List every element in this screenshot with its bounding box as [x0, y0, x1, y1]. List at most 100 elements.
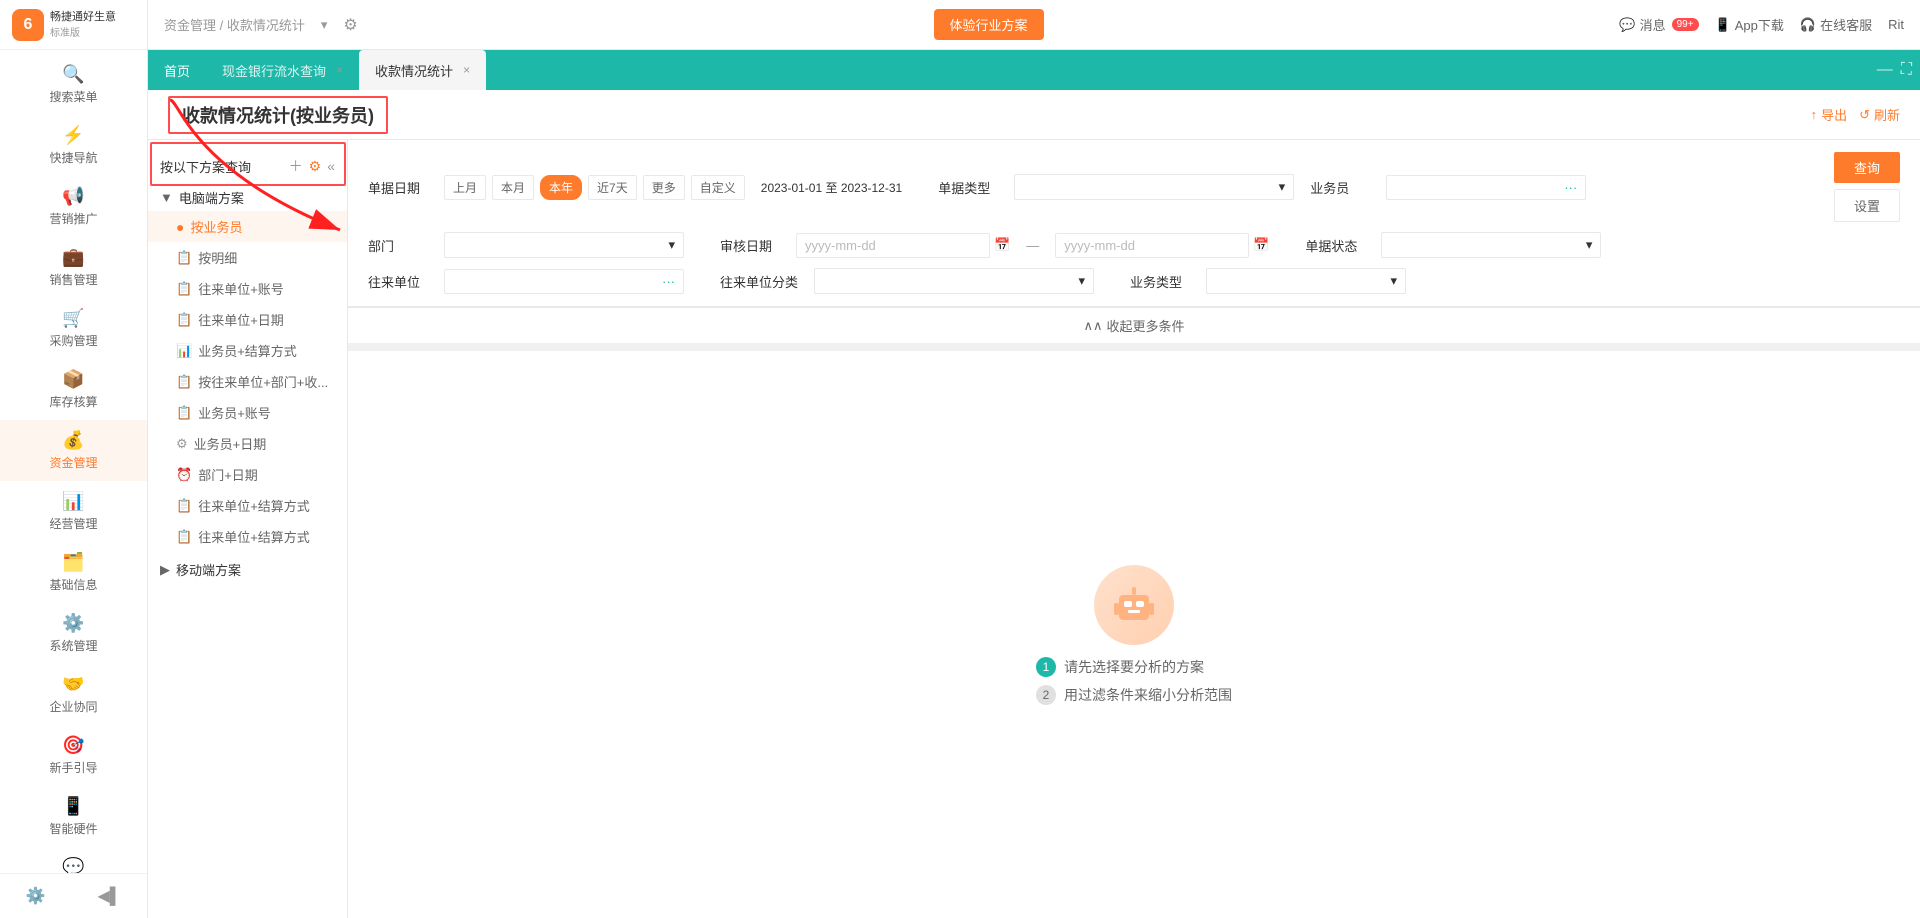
this-year-btn[interactable]: 本年	[540, 175, 582, 200]
dept-label: 部门	[368, 236, 428, 255]
left-panel: 按以下方案查询 ＋ ⚙ « ▼ 电脑端方案 ● 按业务员	[148, 140, 348, 918]
topbar-gear-icon[interactable]: ⚙	[343, 15, 357, 35]
sidebar-item-operation[interactable]: 📊 经营管理	[0, 481, 147, 542]
app-download-action[interactable]: 📱 App下载	[1715, 15, 1784, 34]
doc-status-select[interactable]: ▾	[1381, 232, 1601, 258]
panel-item-salesperson-settlement[interactable]: 📊 业务员+结算方式	[148, 335, 347, 366]
this-month-btn[interactable]: 本月	[492, 175, 534, 200]
tab-maximize-icon[interactable]: ⛶	[1901, 61, 1912, 79]
sidebar-label-operation: 经营管理	[49, 515, 97, 532]
app-icon: 📱	[1715, 17, 1731, 33]
date-quick-group: 上月 本月 本年 近7天 更多 自定义	[444, 175, 745, 200]
collapse-bar[interactable]: ∧∧ 收起更多条件	[348, 307, 1920, 343]
add-scheme-icon[interactable]: ＋	[289, 156, 303, 176]
sales-icon: 💼	[62, 247, 84, 268]
panel-item-salesperson-account[interactable]: 📋 业务员+账号	[148, 397, 347, 428]
tab-minimize-icon[interactable]: —	[1877, 61, 1893, 79]
dept-select[interactable]: ▾	[444, 232, 684, 258]
filter-row-2: 部门 ▾ 审核日期 📅 — 📅	[368, 232, 1900, 258]
operation-icon: 📊	[62, 491, 84, 512]
panel-item-salesperson-date-label: 业务员+日期	[194, 434, 267, 453]
partner-dept-icon: 📋	[176, 374, 192, 390]
tip-text-2: 用过滤条件来缩小分析范围	[1064, 685, 1232, 705]
hardware-icon: 📱	[62, 796, 84, 817]
panel-item-partner-settlement2[interactable]: 📋 往来单位+结算方式	[148, 521, 347, 552]
settings-bottom-icon[interactable]: ⚙️	[26, 886, 46, 906]
panel-item-partner-settlement1-label: 往来单位+结算方式	[198, 496, 310, 515]
message-icon: 💬	[1619, 17, 1635, 33]
panel-item-partner-account[interactable]: 📋 往来单位+账号	[148, 273, 347, 304]
page-header: 收款情况统计(按业务员) ↑ 导出 ↺ 刷新	[148, 90, 1920, 140]
last-month-btn[interactable]: 上月	[444, 175, 486, 200]
export-label: 导出	[1821, 105, 1847, 124]
filter-actions: 查询 设置	[1834, 152, 1900, 222]
query-button[interactable]: 查询	[1834, 152, 1900, 183]
more-date-btn[interactable]: 更多	[643, 175, 685, 200]
sidebar-item-hardware[interactable]: 📱 智能硬件	[0, 786, 147, 847]
audit-date-to-input[interactable]	[1055, 233, 1249, 258]
tab-home[interactable]: 首页	[148, 50, 206, 90]
collapse-sidebar-icon[interactable]: ◀▌	[98, 886, 122, 906]
sidebar-item-marketing[interactable]: 📢 营销推广	[0, 176, 147, 237]
panel-item-partner-dept[interactable]: 📋 按往来单位+部门+收...	[148, 366, 347, 397]
doc-type-select[interactable]: ▾	[1014, 174, 1294, 200]
export-button[interactable]: ↑ 导出	[1811, 105, 1848, 124]
desktop-section-header[interactable]: ▼ 电脑端方案	[148, 184, 347, 211]
sidebar-item-system[interactable]: ⚙️ 系统管理	[0, 603, 147, 664]
dept-date-icon: ⏰	[176, 467, 192, 483]
sidebar-item-quicknav[interactable]: ⚡ 快捷导航	[0, 115, 147, 176]
sidebar-item-sales[interactable]: 💼 销售管理	[0, 237, 147, 298]
tab-bank[interactable]: 现金银行流水查询 ×	[206, 50, 359, 90]
dept-chevron: ▾	[668, 237, 675, 253]
doc-status-label: 单据状态	[1305, 236, 1365, 255]
partner-date-icon: 📋	[176, 312, 192, 328]
refresh-label: 刷新	[1874, 105, 1900, 124]
sidebar-label-purchase: 采购管理	[49, 332, 97, 349]
sidebar-item-search[interactable]: 🔍 搜索菜单	[0, 54, 147, 115]
panel-item-by-salesperson[interactable]: ● 按业务员	[148, 211, 347, 242]
tab-collection[interactable]: 收款情况统计 ×	[359, 50, 486, 90]
sidebar-item-wechat[interactable]: 💬 企业微信	[0, 847, 147, 873]
collapse-panel-icon[interactable]: «	[327, 158, 335, 174]
sidebar-item-guide[interactable]: 🎯 新手引导	[0, 725, 147, 786]
sidebar-item-capital[interactable]: 💰 资金管理	[0, 420, 147, 481]
topbar-actions: 💬 消息 99+ 📱 App下载 🎧 在线客服 Rit	[1619, 15, 1904, 34]
mobile-section-header[interactable]: ▶ 移动端方案	[148, 556, 347, 583]
biz-type-select[interactable]: ▾	[1206, 268, 1406, 294]
message-badge: 99+	[1672, 18, 1699, 31]
online-service-action[interactable]: 🎧 在线客服	[1800, 15, 1872, 34]
panel-item-dept-date[interactable]: ⏰ 部门+日期	[148, 459, 347, 490]
tab-bank-close[interactable]: ×	[336, 63, 343, 77]
messages-action[interactable]: 💬 消息 99+	[1619, 15, 1698, 34]
partner-settlement2-icon: 📋	[176, 529, 192, 545]
panel-item-salesperson-date[interactable]: ⚙ 业务员+日期	[148, 428, 347, 459]
trial-button[interactable]: 体验行业方案	[934, 9, 1044, 40]
audit-date-from-input[interactable]	[796, 233, 990, 258]
desktop-section: ▼ 电脑端方案 ● 按业务员 📋 按明细 📋 往来单位+账号	[148, 184, 347, 552]
salesperson-settlement-icon: 📊	[176, 343, 192, 359]
panel-item-partner-date[interactable]: 📋 往来单位+日期	[148, 304, 347, 335]
refresh-button[interactable]: ↺ 刷新	[1859, 105, 1900, 124]
sidebar-label-search: 搜索菜单	[49, 88, 97, 105]
settings-scheme-icon[interactable]: ⚙	[309, 158, 322, 175]
sidebar-item-basic[interactable]: 🗂️ 基础信息	[0, 542, 147, 603]
collapse-label: 收起更多条件	[1107, 316, 1185, 335]
logo-version: 标准版	[50, 24, 116, 39]
sidebar-item-enterprise[interactable]: 🤝 企业协同	[0, 664, 147, 725]
sidebar-label-sales: 销售管理	[49, 271, 97, 288]
chevron-down-icon[interactable]: ▾	[321, 17, 328, 33]
sidebar-item-purchase[interactable]: 🛒 采购管理	[0, 298, 147, 359]
tab-collection-close[interactable]: ×	[463, 63, 470, 77]
panel-item-by-detail[interactable]: 📋 按明细	[148, 242, 347, 273]
left-panel-header: 按以下方案查询 ＋ ⚙ «	[148, 148, 347, 184]
last7days-btn[interactable]: 近7天	[588, 175, 637, 200]
custom-date-btn[interactable]: 自定义	[691, 175, 745, 200]
partner-select[interactable]: ···	[444, 269, 684, 294]
sidebar-item-inventory[interactable]: 📦 库存核算	[0, 359, 147, 420]
panel-item-partner-settlement1[interactable]: 📋 往来单位+结算方式	[148, 490, 347, 521]
salesperson-select[interactable]: ···	[1386, 175, 1586, 200]
settings-button[interactable]: 设置	[1834, 189, 1900, 222]
user-avatar[interactable]: Rit	[1888, 17, 1904, 32]
purchase-icon: 🛒	[62, 308, 84, 329]
partner-category-select[interactable]: ▾	[814, 268, 1094, 294]
